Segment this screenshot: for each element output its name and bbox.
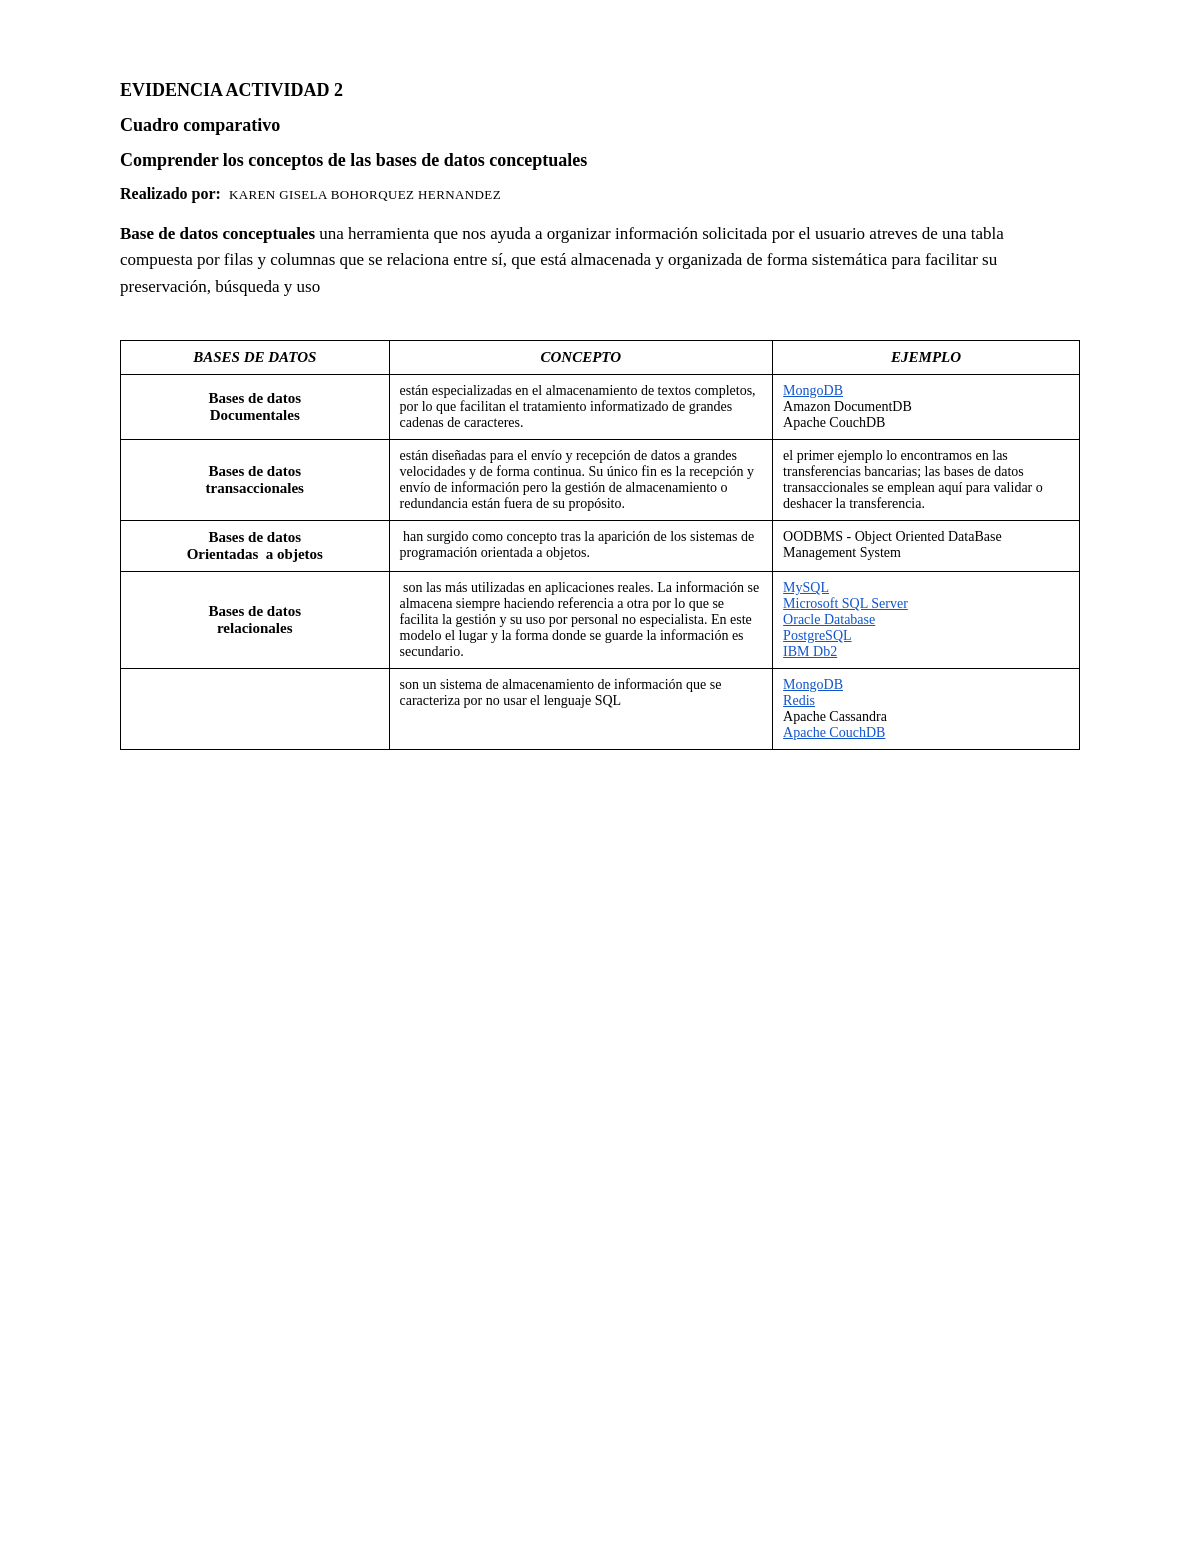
subtitle: Cuadro comparativo: [120, 115, 1080, 136]
row-concept-relacionales: son las más utilizadas en aplicaciones r…: [389, 572, 773, 669]
description: Base de datos conceptuales una herramien…: [120, 221, 1080, 300]
page-title: EVIDENCIA ACTIVIDAD 2: [120, 80, 1080, 101]
row-name-transaccionales: Bases de datostransaccionales: [121, 440, 390, 521]
table-row: Bases de datosOrientadas a objetos han s…: [121, 521, 1080, 572]
example-text-amazondoc: Amazon DocumentDB: [783, 399, 912, 414]
example-text-oodbms: OODBMS - Object Oriented DataBase Manage…: [783, 529, 1002, 560]
example-link-redis[interactable]: Redis: [783, 693, 815, 708]
col-header-ejemplo: EJEMPLO: [773, 341, 1080, 375]
row-examples-relacionales: MySQL Microsoft SQL Server Oracle Databa…: [773, 572, 1080, 669]
author-name: KAREN GISELA BOHORQUEZ HERNANDEZ: [229, 187, 501, 202]
row-concept-transaccionales: están diseñadas para el envío y recepció…: [389, 440, 773, 521]
col-header-concepto: CONCEPTO: [389, 341, 773, 375]
example-link-postgresql[interactable]: PostgreSQL: [783, 628, 851, 643]
row-concept-orientadas: han surgido como concepto tras la aparic…: [389, 521, 773, 572]
heading: Comprender los conceptos de las bases de…: [120, 150, 1080, 171]
row-name-orientadas: Bases de datosOrientadas a objetos: [121, 521, 390, 572]
col-header-bases: BASES DE DATOS: [121, 341, 390, 375]
row-name-nosql: [121, 669, 390, 750]
row-examples-transaccionales: el primer ejemplo lo encontramos en las …: [773, 440, 1080, 521]
example-text-couchdb-1: Apache CouchDB: [783, 415, 885, 430]
row-examples-orientadas: OODBMS - Object Oriented DataBase Manage…: [773, 521, 1080, 572]
comparison-table: BASES DE DATOS CONCEPTO EJEMPLO Bases de…: [120, 340, 1080, 750]
example-text-transaccionales: el primer ejemplo lo encontramos en las …: [783, 448, 1043, 511]
description-bold: Base de datos conceptuales: [120, 224, 315, 243]
example-link-mssql[interactable]: Microsoft SQL Server: [783, 596, 908, 611]
example-link-oracle[interactable]: Oracle Database: [783, 612, 875, 627]
row-concept-documentales: están especializadas en el almacenamient…: [389, 375, 773, 440]
table-header-row: BASES DE DATOS CONCEPTO EJEMPLO: [121, 341, 1080, 375]
row-name-documentales: Bases de datosDocumentales: [121, 375, 390, 440]
example-link-ibmdb2[interactable]: IBM Db2: [783, 644, 837, 659]
table-row: Bases de datosDocumentales están especia…: [121, 375, 1080, 440]
example-link-mongodb-2[interactable]: MongoDB: [783, 677, 843, 692]
example-link-mongodb-1[interactable]: MongoDB: [783, 383, 843, 398]
table-row: son un sistema de almacenamiento de info…: [121, 669, 1080, 750]
table-row: Bases de datostransaccionales están dise…: [121, 440, 1080, 521]
row-examples-nosql: MongoDB Redis Apache Cassandra Apache Co…: [773, 669, 1080, 750]
example-text-cassandra: Apache Cassandra: [783, 709, 887, 724]
example-link-mysql[interactable]: MySQL: [783, 580, 829, 595]
author-line: Realizado por: KAREN GISELA BOHORQUEZ HE…: [120, 185, 1080, 203]
table-row: Bases de datosrelacionales son las más u…: [121, 572, 1080, 669]
row-name-relacionales: Bases de datosrelacionales: [121, 572, 390, 669]
example-link-couchdb-2[interactable]: Apache CouchDB: [783, 725, 885, 740]
row-examples-documentales: MongoDB Amazon DocumentDB Apache CouchDB: [773, 375, 1080, 440]
row-concept-nosql: son un sistema de almacenamiento de info…: [389, 669, 773, 750]
author-label: Realizado por:: [120, 185, 221, 202]
